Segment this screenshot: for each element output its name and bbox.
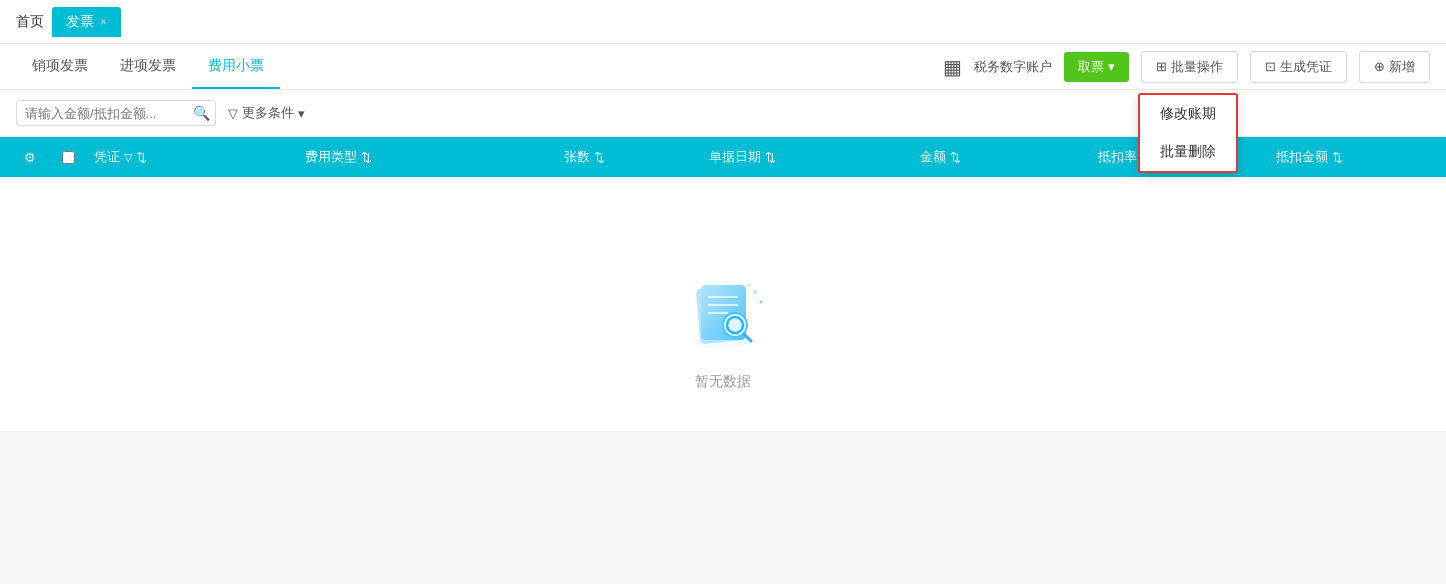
select-all-checkbox[interactable]	[62, 151, 75, 164]
th-deduct-amount: 抵扣金额 ⇅	[1268, 148, 1446, 166]
voucher-sort-icon[interactable]: ⇅	[136, 150, 147, 165]
amount-sort-icon[interactable]: ⇅	[950, 150, 961, 165]
svg-point-11	[760, 301, 763, 304]
chevron-down-icon: ▾	[298, 106, 305, 121]
sub-nav: 销项发票 进项发票 费用小票 ▦ 税务数字账户 取票 ▾ ⊞ 批量操作 修改账期…	[0, 44, 1446, 90]
gear-icon: ⚙	[24, 150, 36, 165]
tab-input[interactable]: 进项发票	[104, 44, 192, 89]
close-icon[interactable]: ×	[100, 15, 107, 29]
funnel-icon: ▽	[228, 106, 238, 121]
active-tab-label: 发票	[66, 13, 94, 31]
expense-sort-icon[interactable]: ⇅	[361, 150, 372, 165]
th-settings[interactable]: ⚙	[10, 150, 50, 165]
sub-tab-list: 销项发票 进项发票 费用小票	[16, 44, 280, 89]
tax-account-button[interactable]: 税务数字账户	[974, 58, 1052, 76]
th-expense-type: 费用类型 ⇅	[297, 148, 556, 166]
batch-op-button[interactable]: ⊞ 批量操作	[1141, 51, 1238, 83]
add-icon: ⊕	[1374, 59, 1385, 74]
search-input[interactable]	[25, 106, 193, 121]
th-amount: 金额 ⇅	[912, 148, 1090, 166]
count-sort-icon[interactable]: ⇅	[594, 150, 605, 165]
gen-voucher-button[interactable]: ⊡ 生成凭证	[1250, 51, 1347, 83]
search-input-wrap: 🔍	[16, 100, 216, 126]
empty-text: 暂无数据	[695, 373, 751, 391]
deduct-amount-sort-icon[interactable]: ⇅	[1332, 150, 1343, 165]
batch-dropdown-menu: 修改账期 批量删除	[1138, 93, 1238, 173]
dropdown-modify-period[interactable]: 修改账期	[1140, 95, 1236, 133]
batch-btn-wrap: ⊞ 批量操作 修改账期 批量删除	[1141, 51, 1238, 83]
tab-sales[interactable]: 销项发票	[16, 44, 104, 89]
active-tab[interactable]: 发票 ×	[52, 7, 121, 37]
th-count: 张数 ⇅	[556, 148, 702, 166]
qr-icon[interactable]: ▦	[943, 55, 962, 79]
home-link[interactable]: 首页	[16, 13, 44, 31]
svg-point-12	[748, 284, 751, 287]
search-icon[interactable]: 🔍	[193, 105, 210, 121]
voucher-filter-icon[interactable]: ▽	[124, 151, 132, 164]
toolbar: ▦ 税务数字账户 取票 ▾ ⊞ 批量操作 修改账期 批量删除 ⊡ 生成凭证 ⊕ …	[943, 51, 1430, 83]
batch-icon: ⊞	[1156, 59, 1167, 74]
th-voucher: 凭证 ▽ ⇅	[86, 148, 297, 166]
more-filter-button[interactable]: ▽ 更多条件 ▾	[228, 104, 305, 122]
empty-state: 暂无数据	[0, 177, 1446, 431]
gen-voucher-icon: ⊡	[1265, 59, 1276, 74]
tab-expense[interactable]: 费用小票	[192, 44, 280, 89]
add-button[interactable]: ⊕ 新增	[1359, 51, 1430, 83]
date-sort-icon[interactable]: ⇅	[765, 150, 776, 165]
main-content: ⚙ 凭证 ▽ ⇅ 费用类型 ⇅ 张数 ⇅ 单据日期 ⇅ 金额 ⇅ 抵扣率 ⇅	[0, 137, 1446, 431]
top-nav: 首页 发票 ×	[0, 0, 1446, 44]
svg-point-10	[753, 290, 757, 294]
th-checkbox[interactable]	[50, 151, 86, 164]
empty-illustration	[673, 257, 773, 357]
chevron-down-icon: ▾	[1108, 59, 1115, 74]
dropdown-batch-delete[interactable]: 批量删除	[1140, 133, 1236, 171]
qukuai-button[interactable]: 取票 ▾	[1064, 52, 1129, 82]
th-date: 单据日期 ⇅	[701, 148, 912, 166]
